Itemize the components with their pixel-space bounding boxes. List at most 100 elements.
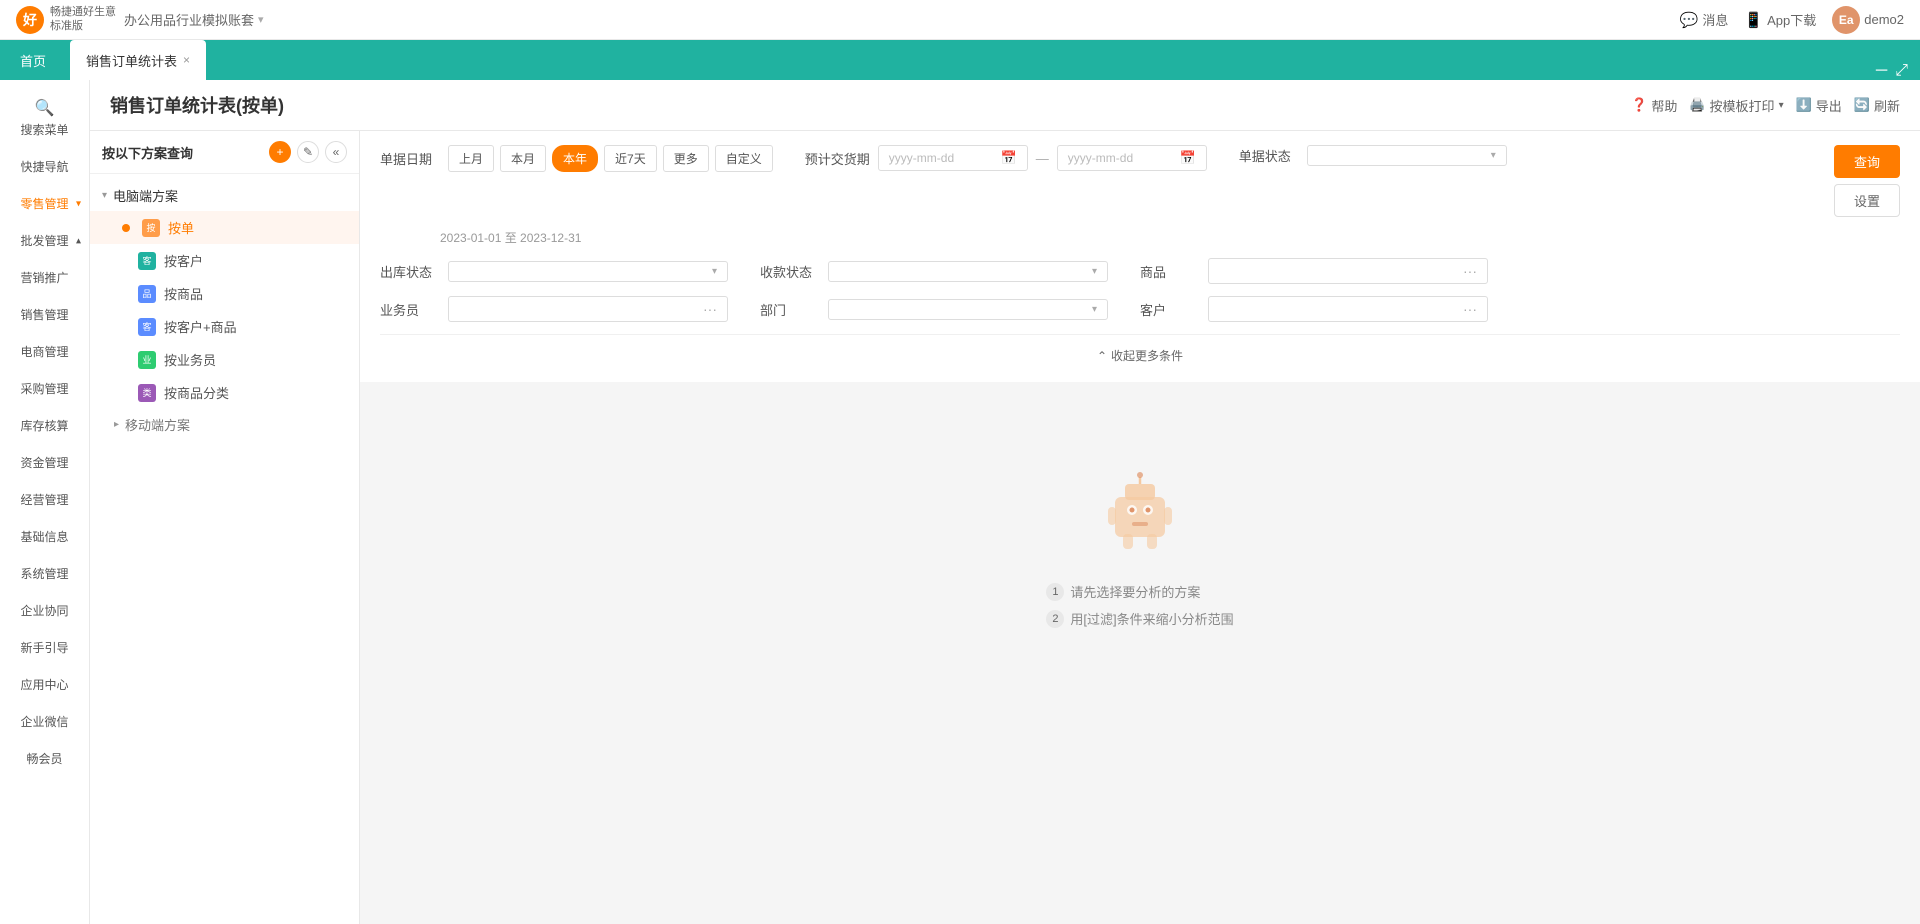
export-icon: ⬇️: [1796, 97, 1812, 113]
mobile-group-label: 移动端方案: [125, 415, 190, 434]
ship-status-label: 出库状态: [380, 262, 440, 281]
product-input[interactable]: ···: [1208, 258, 1488, 284]
sidebar-app-center[interactable]: 应用中心: [0, 666, 89, 703]
tab-home[interactable]: 首页: [0, 40, 66, 80]
tree-item-icon-customer: 客: [138, 252, 156, 270]
customer-dots: ···: [1463, 301, 1477, 317]
last-month-btn[interactable]: 上月: [448, 145, 494, 172]
more-date-btn[interactable]: 更多: [663, 145, 709, 172]
collapse-panel-btn[interactable]: «: [325, 141, 347, 163]
pay-status-label: 收款状态: [760, 262, 820, 281]
export-btn[interactable]: ⬇️ 导出: [1796, 96, 1842, 115]
doc-status-select[interactable]: ▾: [1307, 145, 1507, 166]
tree-item-by-product[interactable]: 品 按商品: [90, 277, 359, 310]
tree-item-by-customer-product[interactable]: 客 按客户+商品: [90, 310, 359, 343]
sidebar-member[interactable]: 畅会员: [0, 740, 89, 777]
sidebar-wholesale[interactable]: 批发管理 ▴: [0, 222, 89, 259]
sidebar-guide[interactable]: 新手引导: [0, 629, 89, 666]
sidebar-system[interactable]: 系统管理: [0, 555, 89, 592]
sidebar-quick-nav[interactable]: 快捷导航: [0, 148, 89, 185]
calendar-icon-from: 📅: [1001, 150, 1017, 166]
sidebar-retail[interactable]: 零售管理 ▾: [0, 185, 89, 222]
expected-date-label: 预计交货期: [805, 149, 870, 168]
this-month-btn[interactable]: 本月: [500, 145, 546, 172]
last7-btn[interactable]: 近7天: [604, 145, 657, 172]
sidebar-wholesale-arrow: ▴: [76, 235, 81, 246]
dept-select[interactable]: ▾: [828, 299, 1108, 320]
doc-status-arrow: ▾: [1491, 150, 1496, 161]
sidebar-ecommerce[interactable]: 电商管理: [0, 333, 89, 370]
salesperson-dots: ···: [703, 301, 717, 317]
date-from-input[interactable]: yyyy-mm-dd 📅: [878, 145, 1028, 171]
tree-group-mobile[interactable]: ▸ 移动端方案: [90, 409, 359, 440]
pay-arrow: ▾: [1092, 266, 1097, 277]
tree-item-icon-sales: 业: [138, 351, 156, 369]
dept-arrow: ▾: [1092, 304, 1097, 315]
active-dot: [122, 224, 130, 232]
ship-status-select[interactable]: ▾: [448, 261, 728, 282]
setting-button[interactable]: 设置: [1834, 184, 1900, 217]
tab-minimize-btn[interactable]: ─: [1876, 62, 1887, 80]
collapse-btn[interactable]: ⌃ 收起更多条件: [1097, 341, 1183, 370]
refresh-btn[interactable]: 🔄 刷新: [1854, 96, 1900, 115]
sidebar-retail-arrow: ▾: [76, 198, 81, 209]
sidebar-basics[interactable]: 基础信息: [0, 518, 89, 555]
help-icon: ❓: [1631, 97, 1647, 113]
empty-illustration: [1090, 462, 1190, 562]
right-panel: 单据日期 上月 本月 本年 近7天 更多 自定义 预计交货期: [360, 131, 1920, 924]
tab-sales-order-stats[interactable]: 销售订单统计表 ×: [70, 40, 206, 80]
print-arrow-icon: ▾: [1779, 100, 1784, 111]
pay-status-select[interactable]: ▾: [828, 261, 1108, 282]
tree-item-by-salesperson[interactable]: 业 按业务员: [90, 343, 359, 376]
edit-scheme-btn[interactable]: ✎: [297, 141, 319, 163]
sidebar-inventory[interactable]: 库存核算: [0, 407, 89, 444]
breadcrumb[interactable]: 办公用品行业模拟账套 ▾: [124, 10, 264, 29]
sidebar: 🔍 搜索菜单 快捷导航 零售管理 ▾ 批发管理 ▴ 营销推广 销售管理 电商管理…: [0, 80, 90, 924]
tree-item-icon-cp: 客: [138, 318, 156, 336]
page-header-actions: ❓ 帮助 🖨️ 按模板打印 ▾ ⬇️ 导出 🔄 刷新: [1631, 96, 1900, 127]
tab-close-btn[interactable]: ×: [183, 53, 190, 67]
sidebar-wechat[interactable]: 企业微信: [0, 703, 89, 740]
tree-item-by-customer[interactable]: 客 按客户: [90, 244, 359, 277]
app-download-btn[interactable]: 📱 App下载: [1744, 10, 1816, 29]
salesperson-input[interactable]: ···: [448, 296, 728, 322]
tree-item-by-category[interactable]: 类 按商品分类: [90, 376, 359, 409]
sidebar-finance[interactable]: 资金管理: [0, 444, 89, 481]
doc-status-label: 单据状态: [1239, 146, 1299, 165]
date-to-input[interactable]: yyyy-mm-dd 📅: [1057, 145, 1207, 171]
print-icon: 🖨️: [1689, 97, 1705, 113]
date-dash: —: [1036, 151, 1049, 166]
current-year-btn[interactable]: 本年: [552, 145, 598, 172]
tree-group-pc[interactable]: ▾ 电脑端方案: [90, 180, 359, 211]
sidebar-search[interactable]: 🔍 搜索菜单: [0, 88, 89, 148]
mobile-group-arrow: ▸: [114, 419, 119, 430]
sidebar-purchase[interactable]: 采购管理: [0, 370, 89, 407]
sidebar-marketing[interactable]: 营销推广: [0, 259, 89, 296]
tab-bar: 首页 销售订单统计表 × ─ ⤢: [0, 40, 1920, 80]
add-scheme-btn[interactable]: +: [269, 141, 291, 163]
date-range-display: 2023-01-01 至 2023-12-31: [440, 231, 581, 245]
tree-item-icon-product: 品: [138, 285, 156, 303]
custom-date-btn[interactable]: 自定义: [715, 145, 773, 172]
ship-arrow: ▾: [712, 266, 717, 277]
tab-expand-btn[interactable]: ⤢: [1895, 62, 1908, 80]
message-btn[interactable]: 💬 消息: [1680, 10, 1729, 29]
product-dots: ···: [1463, 263, 1477, 279]
sidebar-enterprise[interactable]: 企业协同: [0, 592, 89, 629]
sidebar-sales-mgmt[interactable]: 销售管理: [0, 296, 89, 333]
empty-tip-2: 2 用[过滤]条件来缩小分析范围: [1046, 609, 1233, 628]
sidebar-operations[interactable]: 经营管理: [0, 481, 89, 518]
left-panel-header: 按以下方案查询 + ✎ «: [90, 131, 359, 174]
tree-item-by-order[interactable]: 按 按单: [90, 211, 359, 244]
help-btn[interactable]: ❓ 帮助: [1631, 96, 1677, 115]
main-layout: 🔍 搜索菜单 快捷导航 零售管理 ▾ 批发管理 ▴ 营销推广 销售管理 电商管理…: [0, 80, 1920, 924]
query-button[interactable]: 查询: [1834, 145, 1900, 178]
user-menu[interactable]: Ea demo2: [1832, 6, 1904, 34]
logo-text: 畅捷通好生意 标准版: [50, 6, 116, 32]
collapse-arrow-icon: ⌃: [1097, 349, 1107, 363]
print-btn[interactable]: 🖨️ 按模板打印 ▾: [1689, 96, 1783, 115]
top-bar: 好 畅捷通好生意 标准版 办公用品行业模拟账套 ▾ 💬 消息 📱 App下载 E…: [0, 0, 1920, 40]
refresh-icon: 🔄: [1854, 97, 1870, 113]
customer-input[interactable]: ···: [1208, 296, 1488, 322]
left-panel: 按以下方案查询 + ✎ « ▾: [90, 131, 360, 924]
